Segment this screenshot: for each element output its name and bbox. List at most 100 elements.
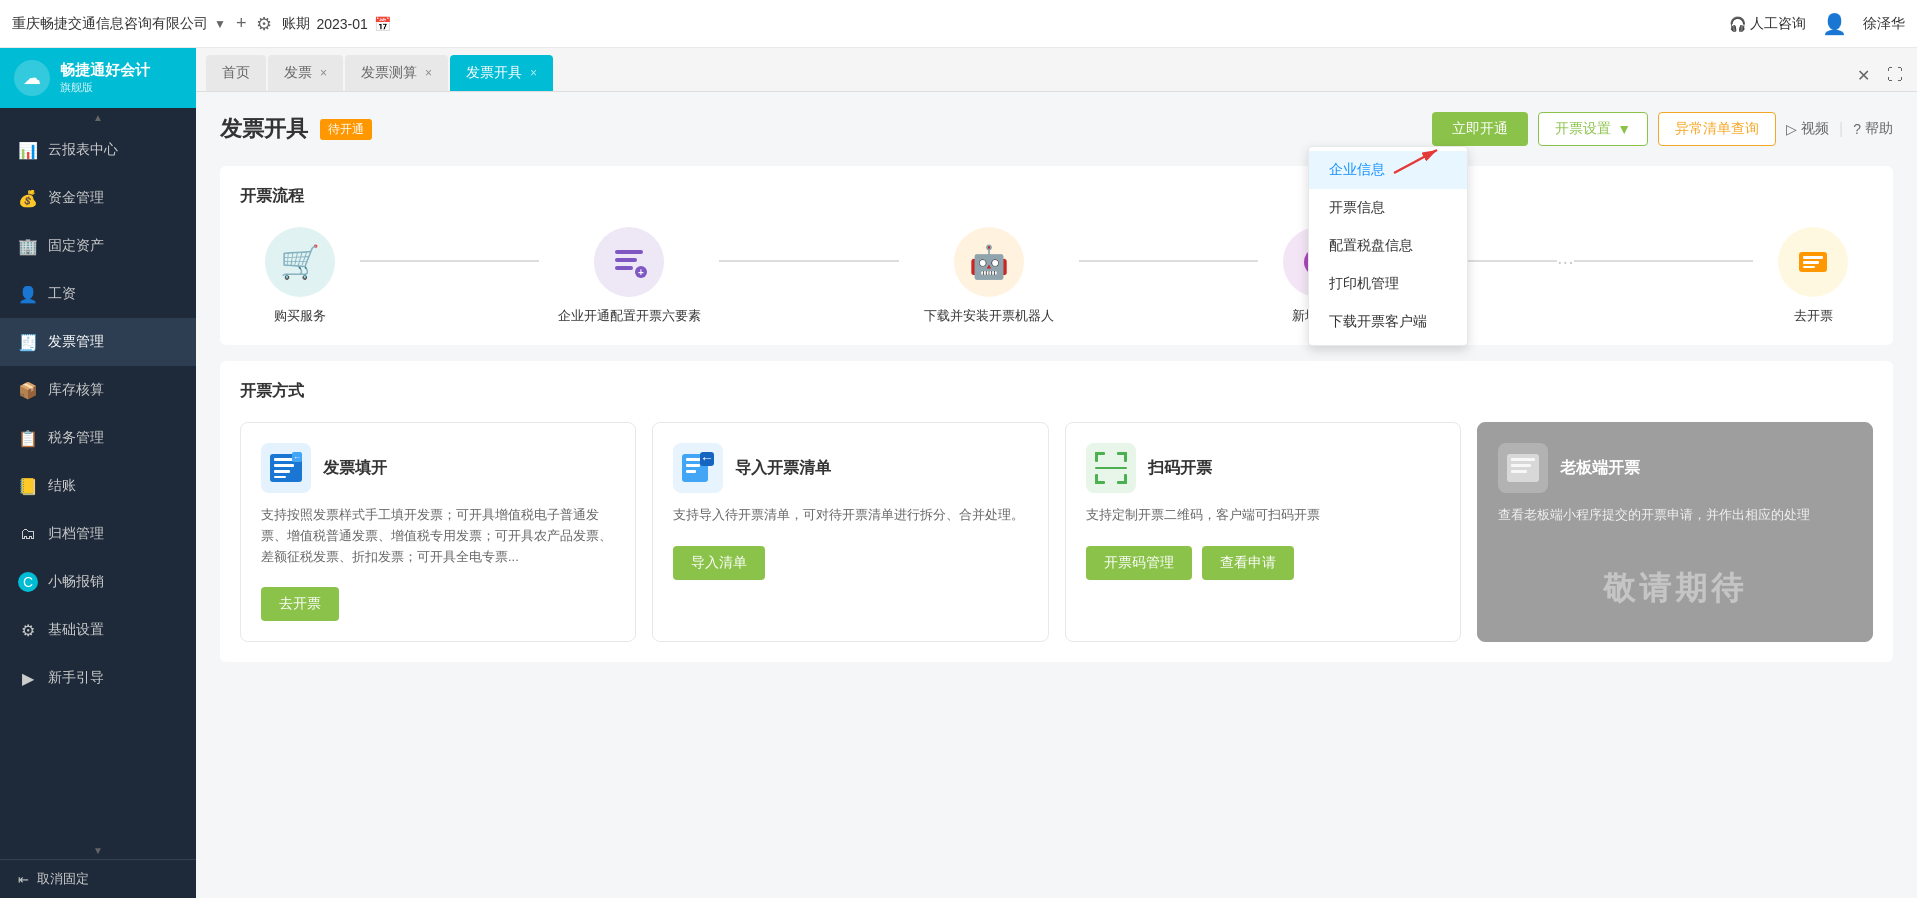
tab-kaiju-label: 发票开具 <box>466 64 522 82</box>
xinshouyin-icon: ▶ <box>18 668 38 688</box>
method-icon-fill: ← <box>261 443 311 493</box>
shuiwu-icon: 📋 <box>18 428 38 448</box>
methods-section: 开票方式 <box>220 361 1893 662</box>
sidebar-label-jichushezhi: 基础设置 <box>48 621 104 639</box>
sidebar-item-xinshouyin[interactable]: ▶ 新手引导 <box>0 654 196 702</box>
methods-grid: ← 发票填开 支持按照发票样式手工填开发票；可开具增值税电子普通发票、增值税普通… <box>240 422 1873 642</box>
sidebar-item-shuiwu[interactable]: 📋 税务管理 <box>0 414 196 462</box>
headset-icon: 🎧 <box>1729 16 1746 32</box>
fapiao-icon: 🧾 <box>18 332 38 352</box>
process-step-buy: 🛒 购买服务 <box>240 227 360 325</box>
settings-dropdown-container: 开票设置 ▼ <box>1538 112 1648 146</box>
jichushezhi-icon: ⚙ <box>18 620 38 640</box>
period-label: 账期 <box>282 15 310 33</box>
process-step-goinvoice: 去开票 <box>1753 227 1873 325</box>
dropdown-download-client[interactable]: 下载开票客户端 <box>1309 303 1467 341</box>
sidebar-item-fapiao[interactable]: 🧾 发票管理 <box>0 318 196 366</box>
method-desc-fill: 支持按照发票样式手工填开发票；可开具增值税电子普通发票、增值税普通发票、增值税专… <box>261 505 615 567</box>
video-label: 视频 <box>1801 120 1829 138</box>
method-card-scan: 扫码开票 支持定制开票二维码，客户端可扫码开票 开票码管理 查看申请 <box>1065 422 1461 642</box>
sidebar-scroll-up[interactable]: ▲ <box>0 108 196 126</box>
sidebar-item-yunbao[interactable]: 📊 云报表中心 <box>0 126 196 174</box>
view-apply-btn[interactable]: 查看申请 <box>1202 546 1294 580</box>
go-invoice-btn[interactable]: 去开票 <box>261 587 339 621</box>
calendar-icon[interactable]: 📅 <box>374 16 391 32</box>
invoice-settings-btn[interactable]: 开票设置 ▼ <box>1538 112 1648 146</box>
method-card-fill: ← 发票填开 支持按照发票样式手工填开发票；可开具增值税电子普通发票、增值税普通… <box>240 422 636 642</box>
tab-fapiao[interactable]: 发票 × <box>268 55 343 91</box>
sidebar-item-guidang[interactable]: 🗂 归档管理 <box>0 510 196 558</box>
page-title: 发票开具 <box>220 114 308 144</box>
process-flow: 🛒 购买服务 + <box>240 227 1873 325</box>
process-title: 开票流程 <box>240 186 1873 207</box>
method-title-boss: 老板端开票 <box>1560 458 1640 479</box>
svg-rect-18 <box>274 476 286 478</box>
sidebar-item-jiezhang[interactable]: 📒 结账 <box>0 462 196 510</box>
sidebar-item-zijin[interactable]: 💰 资金管理 <box>0 174 196 222</box>
tab-cesuian[interactable]: 发票测算 × <box>345 55 448 91</box>
tab-close-btn[interactable]: ✕ <box>1851 63 1875 87</box>
add-icon[interactable]: + <box>236 13 247 34</box>
method-header-import: ← 导入开票清单 <box>673 443 1027 493</box>
tab-kaiju[interactable]: 发票开具 × <box>450 55 553 91</box>
help-label: 人工咨询 <box>1750 15 1806 33</box>
qr-manage-btn[interactable]: 开票码管理 <box>1086 546 1192 580</box>
sidebar-item-xiaochang[interactable]: C 小畅报销 <box>0 558 196 606</box>
method-icon-import: ← <box>673 443 723 493</box>
process-step-download: 🤖 下载并安装开票机器人 <box>899 227 1079 325</box>
method-title-import: 导入开票清单 <box>735 458 831 479</box>
immediate-open-btn[interactable]: 立即开通 <box>1432 112 1528 146</box>
kucun-icon: 📦 <box>18 380 38 400</box>
user-avatar-icon: 👤 <box>1822 12 1847 36</box>
video-btn[interactable]: ▷ 视频 <box>1786 120 1829 138</box>
sidebar-label-xinshouyin: 新手引导 <box>48 669 104 687</box>
account-period: 账期 2023-01 📅 <box>282 15 390 33</box>
tab-cesuian-close[interactable]: × <box>425 66 432 80</box>
method-card-import: ← 导入开票清单 支持导入待开票清单，可对待开票清单进行拆分、合并处理。 导入清… <box>652 422 1048 642</box>
company-name: 重庆畅捷交通信息咨询有限公司 ▼ <box>12 15 226 33</box>
dropdown-tax-config[interactable]: 配置税盘信息 <box>1309 227 1467 265</box>
method-title-scan: 扫码开票 <box>1148 458 1212 479</box>
method-header-fill: ← 发票填开 <box>261 443 615 493</box>
page-content: 发票开具 待开通 立即开通 开票设置 ▼ <box>196 92 1917 898</box>
svg-rect-30 <box>1124 452 1127 462</box>
sidebar: ☁ 畅捷通好会计 旗舰版 ▲ 📊 云报表中心 💰 资金管理 🏢 固定资产 👤 <box>0 48 196 898</box>
logo-cloud-icon: ☁ <box>23 67 41 89</box>
abnormal-list-btn[interactable]: 异常清单查询 <box>1658 112 1776 146</box>
sidebar-item-jichushezhi[interactable]: ⚙ 基础设置 <box>0 606 196 654</box>
tab-maximize-btn[interactable]: ⛶ <box>1883 63 1907 87</box>
tab-kaiju-close[interactable]: × <box>530 66 537 80</box>
sidebar-scroll-down[interactable]: ▼ <box>0 841 196 859</box>
logo-subtitle: 旗舰版 <box>60 80 150 95</box>
help-btn[interactable]: 🎧 人工咨询 <box>1729 15 1806 33</box>
company-name-text: 重庆畅捷交通信息咨询有限公司 <box>12 15 208 33</box>
svg-rect-17 <box>274 470 290 473</box>
sidebar-label-xiaochang: 小畅报销 <box>48 573 104 591</box>
content-area: 首页 发票 × 发票测算 × 发票开具 × ✕ ⛶ <box>196 48 1917 898</box>
sidebar-cancel-pin[interactable]: ⇤ 取消固定 <box>0 859 196 898</box>
sidebar-item-gongzi[interactable]: 👤 工资 <box>0 270 196 318</box>
help-btn[interactable]: ? 帮助 <box>1853 120 1893 138</box>
pin-icon: ⇤ <box>18 872 29 887</box>
tab-fapiao-close[interactable]: × <box>320 66 327 80</box>
connector-3 <box>1079 260 1258 262</box>
gudingzichan-icon: 🏢 <box>18 236 38 256</box>
sidebar-item-gudingzichan[interactable]: 🏢 固定资产 <box>0 222 196 270</box>
dropdown-invoice-info[interactable]: 开票信息 <box>1309 189 1467 227</box>
dropdown-printer[interactable]: 打印机管理 <box>1309 265 1467 303</box>
svg-rect-12 <box>1803 261 1819 264</box>
import-list-btn[interactable]: 导入清单 <box>673 546 765 580</box>
play-icon: ▷ <box>1786 121 1797 137</box>
logo-title: 畅捷通好会计 <box>60 61 150 80</box>
xiaochang-icon: C <box>18 572 38 592</box>
svg-rect-34 <box>1124 474 1127 484</box>
tab-home[interactable]: 首页 <box>206 55 266 91</box>
sidebar-item-kucun[interactable]: 📦 库存核算 <box>0 366 196 414</box>
logo-text-area: 畅捷通好会计 旗舰版 <box>60 61 150 95</box>
method-header-scan: 扫码开票 <box>1086 443 1440 493</box>
watermark-text: 敬请期待 <box>1478 567 1872 611</box>
settings-icon[interactable]: ⚙ <box>256 13 272 35</box>
company-dropdown-icon[interactable]: ▼ <box>214 17 226 31</box>
tab-cesuian-label: 发票测算 <box>361 64 417 82</box>
svg-rect-13 <box>1803 266 1815 268</box>
